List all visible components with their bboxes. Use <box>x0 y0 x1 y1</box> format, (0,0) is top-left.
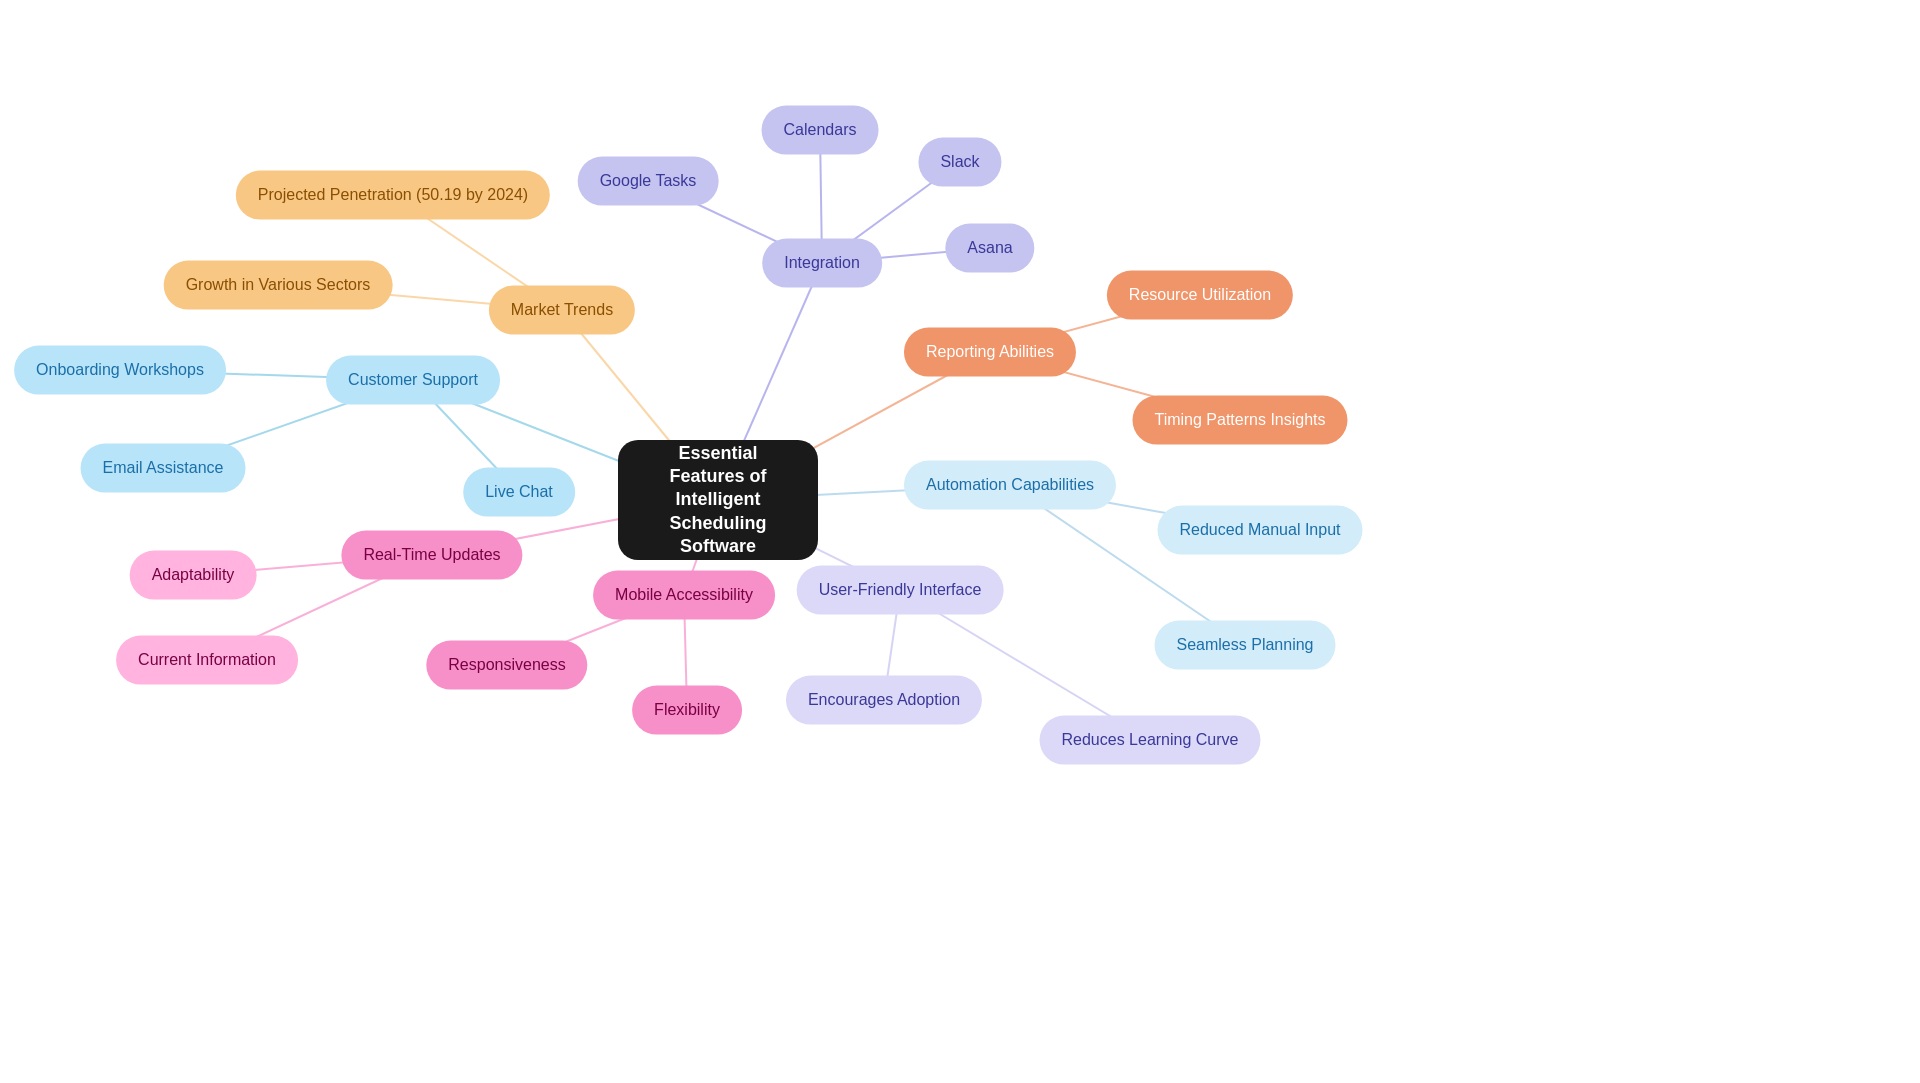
node-calendars: Calendars <box>762 106 879 155</box>
node-live-chat: Live Chat <box>463 468 575 517</box>
node-current-info: Current Information <box>116 636 298 685</box>
node-responsiveness: Responsiveness <box>426 641 587 690</box>
node-integration: Integration <box>762 239 882 288</box>
node-google-tasks: Google Tasks <box>578 157 719 206</box>
node-user-friendly: User-Friendly Interface <box>797 566 1004 615</box>
node-encourages-adoption: Encourages Adoption <box>786 676 982 725</box>
node-market-trends: Market Trends <box>489 286 635 335</box>
node-slack: Slack <box>918 138 1001 187</box>
node-reduced-manual: Reduced Manual Input <box>1158 506 1363 555</box>
node-seamless-planning: Seamless Planning <box>1155 621 1336 670</box>
node-timing-patterns: Timing Patterns Insights <box>1132 396 1347 445</box>
node-real-time: Real-Time Updates <box>341 531 522 580</box>
node-automation: Automation Capabilities <box>904 461 1116 510</box>
node-mobile-access: Mobile Accessibility <box>593 571 775 620</box>
node-email-assist: Email Assistance <box>81 444 246 493</box>
node-reporting: Reporting Abilities <box>904 328 1076 377</box>
node-customer-support: Customer Support <box>326 356 500 405</box>
node-resource-util: Resource Utilization <box>1107 271 1293 320</box>
node-reduces-learning: Reduces Learning Curve <box>1040 716 1261 765</box>
node-adaptability: Adaptability <box>130 551 257 600</box>
center-node: Essential Features of Intelligent Schedu… <box>618 440 818 560</box>
node-asana: Asana <box>945 224 1034 273</box>
node-growth: Growth in Various Sectors <box>164 261 393 310</box>
node-projected: Projected Penetration (50.19 by 2024) <box>236 171 550 220</box>
node-flexibility: Flexibility <box>632 686 742 735</box>
node-onboarding: Onboarding Workshops <box>14 346 226 395</box>
